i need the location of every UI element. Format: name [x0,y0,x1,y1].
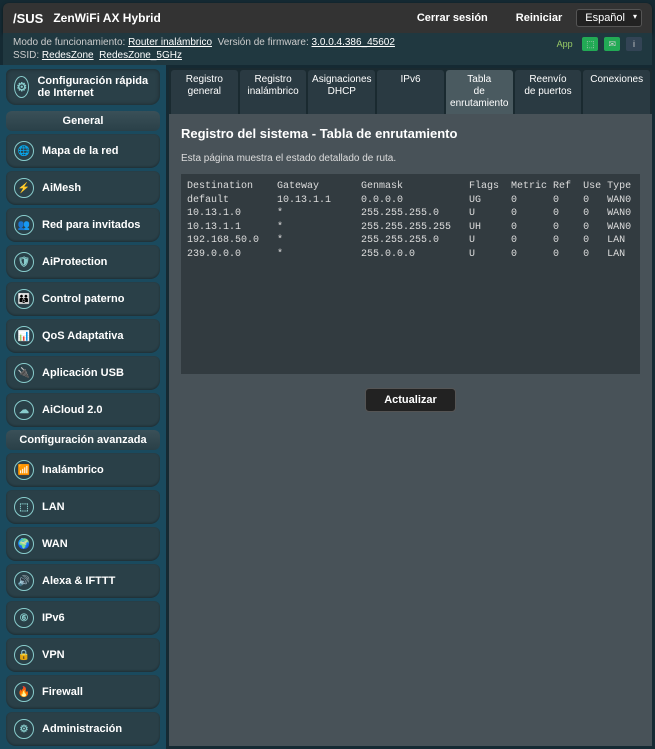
nav-label: Inalámbrico [42,464,104,476]
feedback-icon[interactable]: ✉ [604,37,620,51]
nav-icon: ⑥ [14,608,34,628]
ssid1-link[interactable]: RedesZone [42,50,94,61]
wizard-icon: ⚙ [14,76,29,98]
app-header: /SUS ZenWiFi AX Hybrid Cerrar sesión Rei… [3,3,652,33]
sidebar-item-administración[interactable]: ⚙ Administración [6,712,160,746]
nav-label: Red para invitados [42,219,140,231]
nav-label: VPN [42,649,65,661]
ssid2-link[interactable]: RedesZone_5GHz [99,50,182,61]
sidebar-item-control-paterno[interactable]: 👪 Control paterno [6,282,160,316]
quick-setup-button[interactable]: ⚙ Configuración rápida de Internet [6,69,160,105]
nav-label: Firewall [42,686,83,698]
reboot-button[interactable]: Reiniciar [516,12,562,24]
sidebar-item-aiprotection[interactable]: 🛡 AiProtection [6,245,160,279]
nav-label: Alexa & IFTTT [42,575,115,587]
nav-icon: 👥 [14,215,34,235]
nav-icon: 🔊 [14,571,34,591]
fw-link[interactable]: 3.0.0.4.386_45602 [312,37,395,48]
ssid-label: SSID: [13,50,39,61]
nav-icon: 🛡 [14,252,34,272]
sidebar-item-ipv6[interactable]: ⑥ IPv6 [6,601,160,635]
fw-label: Versión de firmware: [218,37,309,48]
nav-icon: 👪 [14,289,34,309]
nav-icon: ⚡ [14,178,34,198]
sidebar-item-aplicación-usb[interactable]: 🔌 Aplicación USB [6,356,160,390]
nav-label: Mapa de la red [42,145,118,157]
tab-bar: RegistrogeneralRegistroinalámbricoAsigna… [169,68,652,114]
content-panel: Registro del sistema - Tabla de enrutami… [169,114,652,746]
tab-2[interactable]: AsignacionesDHCP [308,70,375,114]
sidebar-item-inalámbrico[interactable]: 📶 Inalámbrico [6,453,160,487]
sidebar-item-mapa-de-la-red[interactable]: 🌐 Mapa de la red [6,134,160,168]
nav-icon: 📊 [14,326,34,346]
nav-label: IPv6 [42,612,65,624]
refresh-button[interactable]: Actualizar [365,388,456,412]
sidebar-item-alexa-ifttt[interactable]: 🔊 Alexa & IFTTT [6,564,160,598]
tab-3[interactable]: IPv6 [377,70,444,114]
sidebar-item-lan[interactable]: ⬚ LAN [6,490,160,524]
mode-label: Modo de funcionamiento: [13,37,125,48]
tab-5[interactable]: Reenvíode puertos [515,70,582,114]
nav-label: AiCloud 2.0 [42,404,103,416]
page-description: Esta página muestra el estado detallado … [181,153,640,164]
nav-icon: 🔒 [14,645,34,665]
model-name: ZenWiFi AX Hybrid [53,11,160,25]
nav-label: WAN [42,538,68,550]
tab-6[interactable]: Conexiones [583,70,650,114]
sidebar-item-aimesh[interactable]: ⚡ AiMesh [6,171,160,205]
nav-label: AiProtection [42,256,107,268]
language-select[interactable]: Español [576,9,642,27]
nav-icon: 📶 [14,460,34,480]
nav-label: Aplicación USB [42,367,124,379]
sidebar-item-wan[interactable]: 🌍 WAN [6,527,160,561]
tab-0[interactable]: Registrogeneral [171,70,238,114]
nav-label: Administración [42,723,122,735]
section-advanced: Configuración avanzada [6,430,160,450]
nav-label: QoS Adaptativa [42,330,124,342]
nav-icon: 🔌 [14,363,34,383]
nav-label: AiMesh [42,182,81,194]
page-title: Registro del sistema - Tabla de enrutami… [181,126,640,141]
app-icon[interactable]: ⬚ [582,37,598,51]
sidebar-item-firewall[interactable]: 🔥 Firewall [6,675,160,709]
routing-table: Destination Gateway Genmask Flags Metric… [181,174,640,374]
sidebar: ⚙ Configuración rápida de Internet Gener… [0,65,166,749]
sidebar-item-aicloud-2.0[interactable]: ☁ AiCloud 2.0 [6,393,160,427]
wizard-label: Configuración rápida de Internet [37,75,152,99]
tab-4[interactable]: Tablade enrutamiento [446,70,513,114]
nav-icon: 🌍 [14,534,34,554]
mode-link[interactable]: Router inalámbrico [128,37,212,48]
info-icon[interactable]: i [626,37,642,51]
app-label[interactable]: App [557,37,573,51]
section-general: General [6,111,160,131]
info-bar: Modo de funcionamiento: Router inalámbri… [3,33,652,65]
brand-logo: /SUS [13,11,43,26]
sidebar-item-qos-adaptativa[interactable]: 📊 QoS Adaptativa [6,319,160,353]
nav-label: LAN [42,501,65,513]
nav-icon: ⚙ [14,719,34,739]
nav-icon: ⬚ [14,497,34,517]
nav-icon: 🌐 [14,141,34,161]
tab-1[interactable]: Registroinalámbrico [240,70,307,114]
nav-icon: ☁ [14,400,34,420]
nav-label: Control paterno [42,293,125,305]
nav-icon: 🔥 [14,682,34,702]
sidebar-item-vpn[interactable]: 🔒 VPN [6,638,160,672]
sidebar-item-red-para-invitados[interactable]: 👥 Red para invitados [6,208,160,242]
logout-button[interactable]: Cerrar sesión [417,12,488,24]
